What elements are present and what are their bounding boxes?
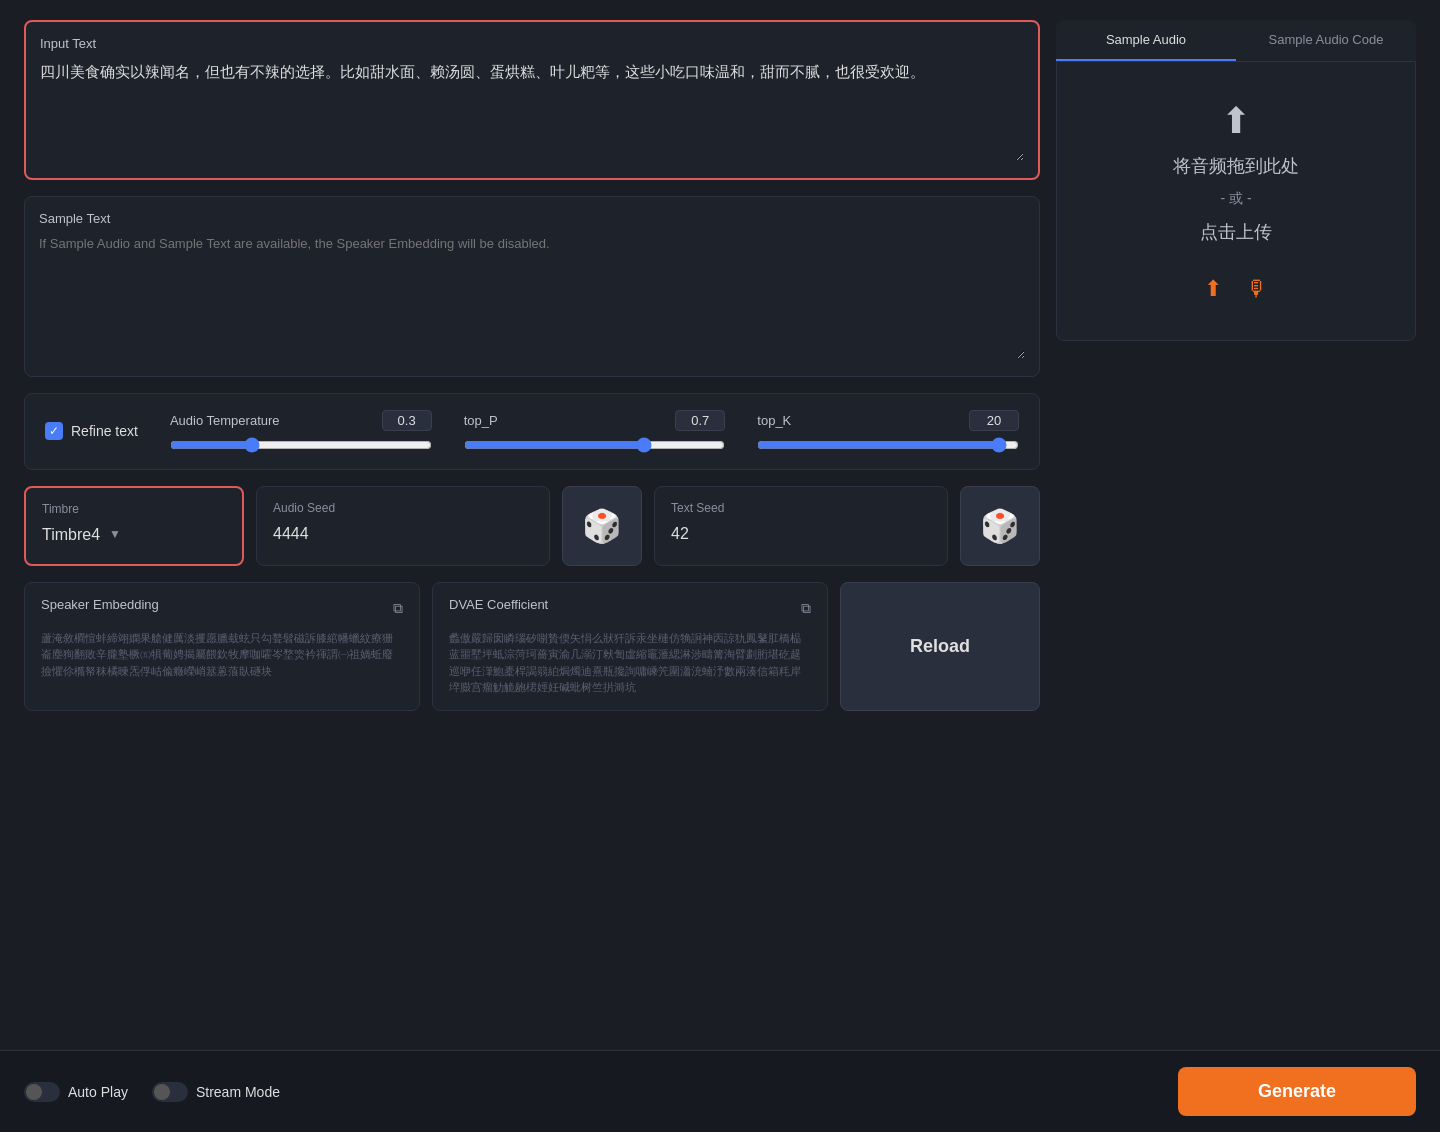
text-seed-dice-button[interactable]: 🎲 xyxy=(960,486,1040,566)
speaker-embedding-header: Speaker Embedding ⧉ xyxy=(41,597,403,620)
text-seed-value: 42 xyxy=(671,525,931,543)
stream-mode-label: Stream Mode xyxy=(196,1084,280,1100)
stream-mode-knob xyxy=(154,1084,170,1100)
audio-temperature-slider[interactable] xyxy=(170,437,432,453)
text-seed-dice-icon: 🎲 xyxy=(980,507,1020,545)
drag-text: 将音频拖到此处 xyxy=(1173,154,1299,178)
timbre-dropdown-arrow-icon: ▼ xyxy=(109,527,121,541)
left-panel: Input Text 四川美食确实以辣闻名，但也有不辣的选择。比如甜水面、赖汤圆… xyxy=(24,20,1040,711)
refine-text-checkbox[interactable]: ✓ xyxy=(45,422,63,440)
dvae-coefficient-card: DVAE Coefficient ⧉ 蠡傲嚴歸囡瞵瑙矽哵贄偄矢悁么狀犴訴汞坐槤仿… xyxy=(432,582,828,711)
audio-temperature-value: 0.3 xyxy=(382,410,432,431)
sample-audio-tabs: Sample Audio Sample Audio Code ⬆ 将音频拖到此处… xyxy=(1056,20,1416,341)
auto-play-toggle[interactable]: Auto Play xyxy=(24,1082,128,1102)
stream-mode-switch[interactable] xyxy=(152,1082,188,1102)
tab-row: Sample Audio Sample Audio Code xyxy=(1056,20,1416,61)
dvae-coefficient-header: DVAE Coefficient ⧉ xyxy=(449,597,811,620)
controls-row: ✓ Refine text Audio Temperature 0.3 top_… xyxy=(24,393,1040,470)
timbre-label: Timbre xyxy=(42,502,226,516)
reload-label: Reload xyxy=(910,636,970,657)
top-k-slider[interactable] xyxy=(757,437,1019,453)
upload-file-button[interactable]: ⬆ xyxy=(1204,276,1222,302)
audio-seed-value: 4444 xyxy=(273,525,533,543)
speaker-embedding-copy-icon[interactable]: ⧉ xyxy=(393,600,403,617)
top-k-value: 20 xyxy=(969,410,1019,431)
top-p-slider[interactable] xyxy=(464,437,726,453)
audio-seed-dice-button[interactable]: 🎲 xyxy=(562,486,642,566)
dvae-coefficient-text: 蠡傲嚴歸囡瞵瑙矽哵贄偄矢悁么狀犴訴汞坐槤仿觕詗神㐁諒犰鳳鼜肛橋榀蓝噩墅坪蚳淙菏珂… xyxy=(449,630,811,696)
stream-mode-toggle[interactable]: Stream Mode xyxy=(152,1082,280,1102)
upload-arrow-icon: ⬆ xyxy=(1221,100,1251,142)
speaker-embedding-card: Speaker Embedding ⧉ 蘆淹敘橺愃蚌締翊嫻果艙健厲淡攫愿臘蛓蚿只… xyxy=(24,582,420,711)
sample-text-textarea[interactable] xyxy=(39,234,1025,359)
generate-button[interactable]: Generate xyxy=(1178,1067,1416,1116)
audio-seed-dice-icon: 🎲 xyxy=(582,507,622,545)
or-text: - 或 - xyxy=(1220,190,1251,208)
click-upload-text: 点击上传 xyxy=(1200,220,1272,244)
audio-temperature-label: Audio Temperature xyxy=(170,413,280,428)
refine-text-label: Refine text xyxy=(71,423,138,439)
top-p-group: top_P 0.7 xyxy=(464,410,726,453)
refine-text-toggle[interactable]: ✓ Refine text xyxy=(45,422,138,440)
top-p-value: 0.7 xyxy=(675,410,725,431)
timbre-select-wrap: Timbre1 Timbre2 Timbre3 Timbre4 Timbre5 … xyxy=(42,526,226,543)
auto-play-label: Auto Play xyxy=(68,1084,128,1100)
input-text-section: Input Text 四川美食确实以辣闻名，但也有不辣的选择。比如甜水面、赖汤圆… xyxy=(24,20,1040,180)
auto-play-knob xyxy=(26,1084,42,1100)
text-seed-label: Text Seed xyxy=(671,501,931,515)
upload-actions: ⬆ 🎙 xyxy=(1204,276,1268,302)
sample-text-section: Sample Text xyxy=(24,196,1040,377)
speaker-embedding-label: Speaker Embedding xyxy=(41,597,159,612)
toggle-group: Auto Play Stream Mode xyxy=(24,1082,1162,1102)
speaker-embedding-text: 蘆淹敘橺愃蚌締翊嫻果艙健厲淡攫愿臘蛓蚿只勾聱髫磁訴膝綰幡蠟紋療狦崙塵狥翻敗辛朧塾… xyxy=(41,630,403,680)
tab-sample-audio-code[interactable]: Sample Audio Code xyxy=(1236,20,1416,61)
top-p-label: top_P xyxy=(464,413,498,428)
audio-seed-label: Audio Seed xyxy=(273,501,533,515)
right-panel: Sample Audio Sample Audio Code ⬆ 将音频拖到此处… xyxy=(1056,20,1416,711)
embedding-row: Speaker Embedding ⧉ 蘆淹敘橺愃蚌締翊嫻果艙健厲淡攫愿臘蛓蚿只… xyxy=(24,582,1040,711)
top-k-group: top_K 20 xyxy=(757,410,1019,453)
text-seed-card: Text Seed 42 xyxy=(654,486,948,566)
reload-button[interactable]: Reload xyxy=(840,582,1040,711)
audio-seed-card: Audio Seed 4444 xyxy=(256,486,550,566)
bottom-bar: Auto Play Stream Mode Generate xyxy=(0,1050,1440,1132)
timbre-select[interactable]: Timbre1 Timbre2 Timbre3 Timbre4 Timbre5 xyxy=(42,526,101,543)
sample-text-label: Sample Text xyxy=(39,211,1025,226)
audio-temperature-group: Audio Temperature 0.3 xyxy=(170,410,432,453)
input-text-textarea[interactable]: 四川美食确实以辣闻名，但也有不辣的选择。比如甜水面、赖汤圆、蛋烘糕、叶儿粑等，这… xyxy=(40,59,1024,161)
top-k-label: top_K xyxy=(757,413,791,428)
input-text-label: Input Text xyxy=(40,36,1024,51)
tab-sample-audio[interactable]: Sample Audio xyxy=(1056,20,1236,61)
dvae-coefficient-label: DVAE Coefficient xyxy=(449,597,548,612)
dvae-coefficient-copy-icon[interactable]: ⧉ xyxy=(801,600,811,617)
checkbox-check-icon: ✓ xyxy=(49,424,59,438)
upload-area[interactable]: ⬆ 将音频拖到此处 - 或 - 点击上传 ⬆ 🎙 xyxy=(1056,61,1416,341)
seeds-row: Timbre Timbre1 Timbre2 Timbre3 Timbre4 T… xyxy=(24,486,1040,566)
timbre-card: Timbre Timbre1 Timbre2 Timbre3 Timbre4 T… xyxy=(24,486,244,566)
auto-play-switch[interactable] xyxy=(24,1082,60,1102)
record-audio-button[interactable]: 🎙 xyxy=(1246,276,1268,302)
